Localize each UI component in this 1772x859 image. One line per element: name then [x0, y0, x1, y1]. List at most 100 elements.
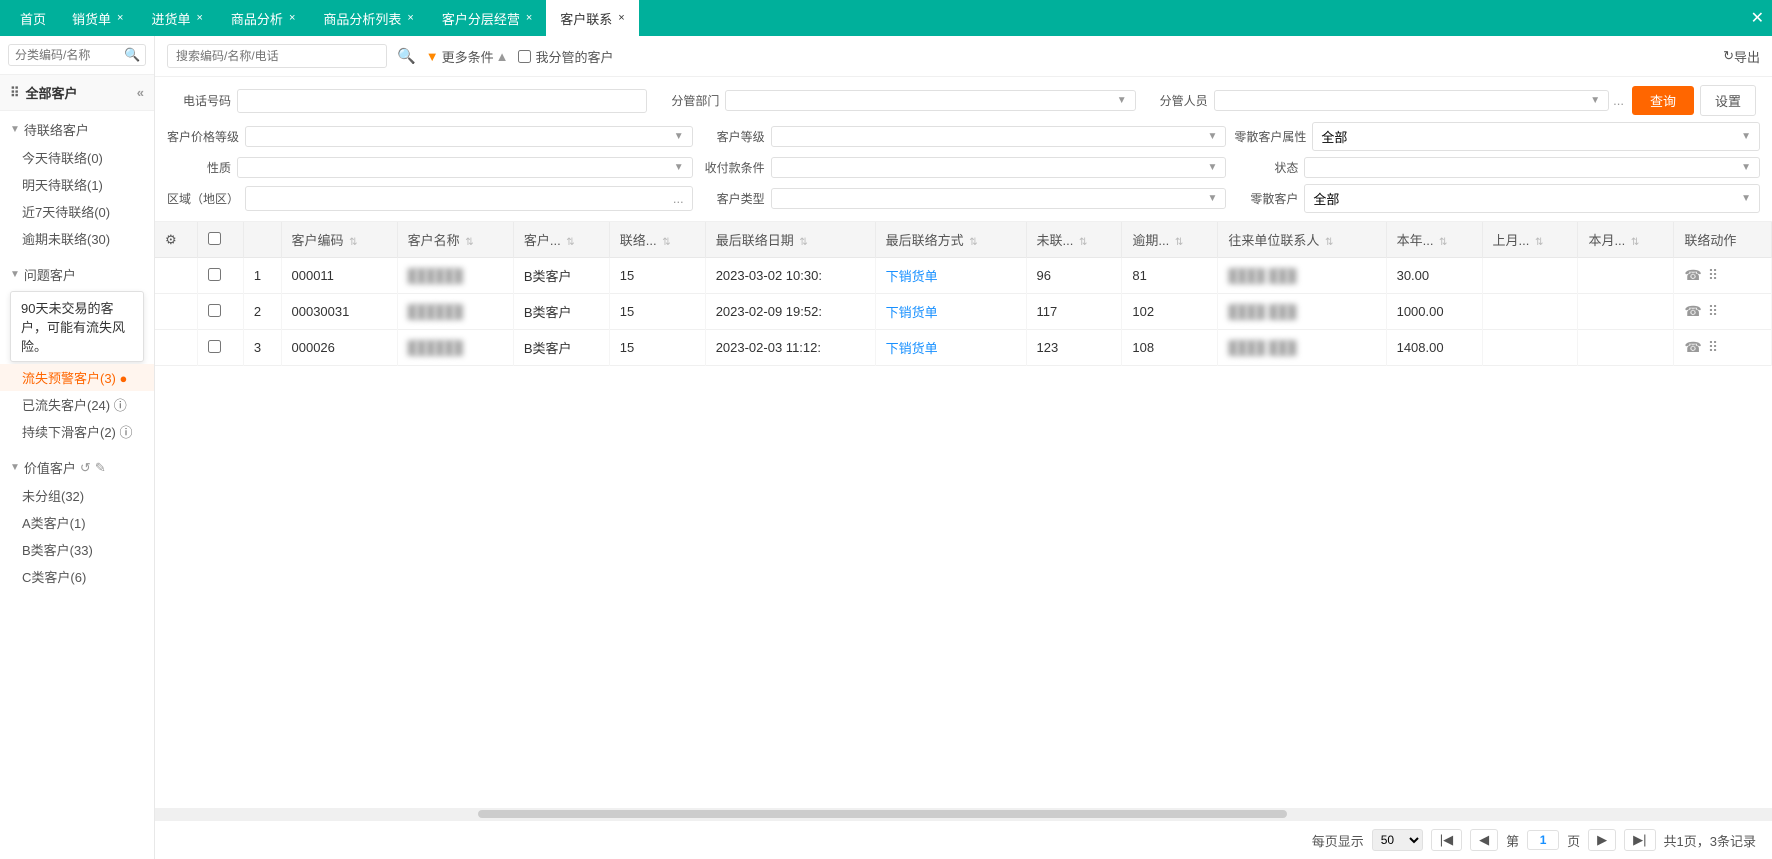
col-unit-contact[interactable]: 往来单位联系人 ⇅	[1218, 222, 1386, 258]
sidebar-item-declining[interactable]: 持续下滑客户(2) ⓘ	[0, 418, 154, 445]
col-this-year[interactable]: 本年... ⇅	[1386, 222, 1482, 258]
scrollbar-thumb[interactable]	[478, 810, 1287, 818]
nav-tab-purchase-label: 进货单	[151, 9, 190, 28]
search-button[interactable]: 🔍	[397, 47, 416, 65]
filter-dept-select[interactable]: ▼	[725, 90, 1135, 111]
col-customer-code[interactable]: 客户编码 ⇅	[281, 222, 397, 258]
close-sales-icon[interactable]: ×	[117, 12, 123, 24]
nav-home[interactable]: 首页	[8, 0, 58, 36]
cell-contact-3: 15	[609, 330, 705, 366]
sidebar-group-value[interactable]: ▼ 价值客户 ↺ ✎	[0, 453, 154, 482]
action-icon-more-3[interactable]: ⠿	[1708, 339, 1718, 356]
filter-region-select[interactable]: ...	[245, 186, 693, 211]
filter-person-select[interactable]: ▼	[1214, 90, 1609, 111]
sidebar-group-pending[interactable]: ▼ 待联络客户	[0, 115, 154, 144]
cell-date-1: 2023-03-02 10:30:	[705, 258, 875, 294]
action-icon-more-2[interactable]: ⠿	[1708, 303, 1718, 320]
nav-tab-analysis-list[interactable]: 商品分析列表 ×	[309, 0, 427, 36]
page-number-input[interactable]	[1527, 830, 1559, 850]
col-customer-name[interactable]: 客户名称 ⇅	[397, 222, 513, 258]
per-page-select[interactable]: 50 100 200	[1372, 829, 1423, 851]
filter-retail-customer-select[interactable]: 全部 ▼	[1304, 184, 1760, 213]
sidebar-item-churned[interactable]: 已流失客户(24) ⓘ	[0, 391, 154, 418]
edit-value-icon[interactable]: ✎	[95, 460, 106, 476]
sidebar-item-a-class[interactable]: A类客户(1)	[0, 509, 154, 536]
query-button[interactable]: 查询	[1632, 86, 1694, 115]
select-all-checkbox[interactable]	[208, 232, 221, 245]
nav-tab-customer-contact[interactable]: 客户联系 ×	[546, 0, 638, 36]
row2-checkbox[interactable]	[208, 304, 221, 317]
sidebar-all-customers[interactable]: ⠿ 全部客户 «	[0, 75, 154, 111]
group-problem-label: 问题客户	[24, 265, 76, 284]
close-analysis-list-icon[interactable]: ×	[407, 12, 413, 24]
method-link-1[interactable]: 下销货单	[886, 269, 938, 284]
cell-index-2: 2	[243, 294, 281, 330]
close-customer-layer-icon[interactable]: ×	[526, 12, 532, 24]
sidebar-item-c-class[interactable]: C类客户(6)	[0, 563, 154, 590]
problem-tooltip: 90天未交易的客户，可能有流失风险。	[10, 291, 144, 362]
row3-checkbox[interactable]	[208, 340, 221, 353]
payment-arrow-icon: ▼	[1207, 162, 1217, 173]
method-link-2[interactable]: 下销货单	[886, 305, 938, 320]
first-page-button[interactable]: |◀	[1431, 829, 1462, 851]
region-dots-icon[interactable]: ...	[673, 191, 684, 206]
col-overdue[interactable]: 逾期... ⇅	[1122, 222, 1218, 258]
main-content: 🔍 ▼ 更多条件 ▲ 我分管的客户 ↻ 导出 电话号码	[155, 36, 1772, 859]
sidebar-group-problem[interactable]: ▼ 问题客户	[0, 260, 154, 289]
filter-retail-attr-select[interactable]: 全部 ▼	[1312, 122, 1760, 151]
col-contact[interactable]: 联络... ⇅	[609, 222, 705, 258]
close-purchase-icon[interactable]: ×	[196, 12, 202, 24]
nav-tab-purchase[interactable]: 进货单 ×	[137, 0, 216, 36]
close-all-button[interactable]: ✕	[1751, 8, 1764, 28]
sidebar-item-b-class[interactable]: B类客户(33)	[0, 536, 154, 563]
col-last-contact-date[interactable]: 最后联络日期 ⇅	[705, 222, 875, 258]
search-input[interactable]	[167, 44, 387, 68]
sidebar-item-tomorrow[interactable]: 明天待联络(1)	[0, 171, 154, 198]
prev-page-button[interactable]: ◀	[1470, 829, 1498, 851]
col-uncontacted[interactable]: 未联... ⇅	[1026, 222, 1122, 258]
nav-tab-customer-layer[interactable]: 客户分层经营 ×	[428, 0, 546, 36]
horizontal-scrollbar[interactable]	[155, 808, 1772, 820]
settings-button[interactable]: 设置	[1700, 85, 1756, 116]
col-customer-type[interactable]: 客户... ⇅	[513, 222, 609, 258]
refresh-value-icon[interactable]: ↺	[80, 460, 91, 476]
col-settings[interactable]: ⚙	[155, 222, 198, 258]
col-last-contact-method[interactable]: 最后联络方式 ⇅	[875, 222, 1026, 258]
sidebar-item-overdue[interactable]: 逾期未联络(30)	[0, 225, 154, 252]
my-customer-label: 我分管的客户	[535, 47, 613, 66]
collapse-sidebar-icon[interactable]: «	[137, 85, 144, 100]
nav-tab-analysis[interactable]: 商品分析 ×	[217, 0, 309, 36]
adv-filter-row-4: 区域（地区） ... 客户类型 ▼ 零散客户 全部	[167, 184, 1760, 213]
sidebar-item-7days[interactable]: 近7天待联络(0)	[0, 198, 154, 225]
filter-status-select[interactable]: ▼	[1304, 157, 1760, 178]
person-dots-icon[interactable]: ...	[1613, 93, 1624, 108]
close-analysis-icon[interactable]: ×	[289, 12, 295, 24]
my-customer-checkbox[interactable]	[518, 50, 531, 63]
close-customer-contact-icon[interactable]: ×	[618, 12, 624, 24]
sidebar-item-today[interactable]: 今天待联络(0)	[0, 144, 154, 171]
row1-checkbox[interactable]	[208, 268, 221, 281]
sidebar-item-ungrouped[interactable]: 未分组(32)	[0, 482, 154, 509]
col-this-month[interactable]: 本月... ⇅	[1578, 222, 1674, 258]
filter-customer-type-select[interactable]: ▼	[771, 188, 1227, 209]
export-button[interactable]: ↻ 导出	[1723, 47, 1760, 66]
my-customer-checkbox-area: 我分管的客户	[518, 47, 613, 66]
action-icon-chat-2[interactable]: ☎	[1684, 303, 1701, 320]
sort-unit-icon: ⇅	[1325, 237, 1333, 248]
method-link-3[interactable]: 下销货单	[886, 341, 938, 356]
action-icon-more-1[interactable]: ⠿	[1708, 267, 1718, 284]
cell-method-3: 下销货单	[875, 330, 1026, 366]
action-icon-chat-3[interactable]: ☎	[1684, 339, 1701, 356]
filter-nature-select[interactable]: ▼	[237, 157, 693, 178]
action-icon-chat-1[interactable]: ☎	[1684, 267, 1701, 284]
filter-price-level-select[interactable]: ▼	[245, 126, 693, 147]
col-last-month[interactable]: 上月... ⇅	[1482, 222, 1578, 258]
filter-phone-input[interactable]	[237, 89, 647, 113]
filter-payment-select[interactable]: ▼	[771, 157, 1227, 178]
filter-customer-level-select[interactable]: ▼	[771, 126, 1227, 147]
more-filter-button[interactable]: ▼ 更多条件 ▲	[426, 47, 509, 66]
nav-tab-sales[interactable]: 销货单 ×	[58, 0, 137, 36]
sidebar-item-churn-warning[interactable]: 流失预警客户(3) ●	[0, 364, 154, 391]
last-page-button[interactable]: ▶|	[1624, 829, 1655, 851]
next-page-button[interactable]: ▶	[1588, 829, 1616, 851]
